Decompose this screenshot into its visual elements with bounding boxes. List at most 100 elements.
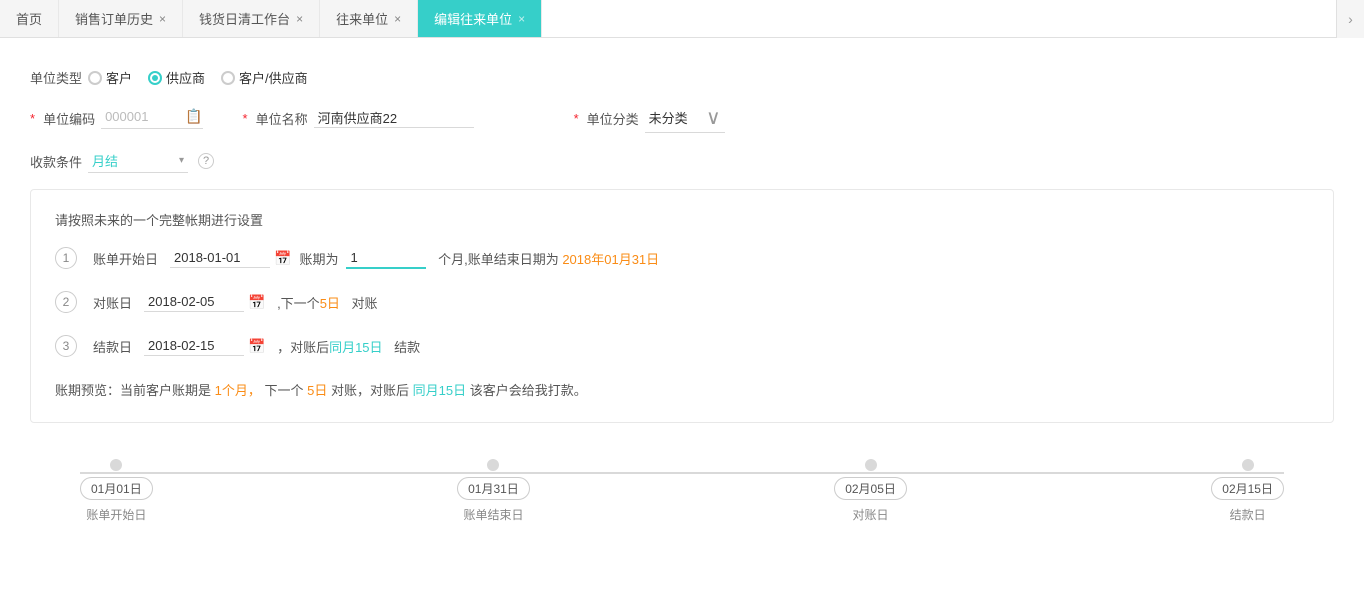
timeline-circle-3 (865, 459, 877, 471)
step-3-highlight: 同月15日 (329, 337, 382, 356)
radio-customer[interactable]: 客户 (88, 68, 132, 87)
unit-name-input[interactable] (314, 108, 474, 128)
preview-highlight3: 同月15日 (413, 383, 466, 398)
tab-partner[interactable]: 往来单位 × (320, 0, 418, 37)
timeline-spacer-3 (907, 464, 1211, 466)
tab-cash-desk-label: 钱货日清工作台 (199, 9, 290, 28)
timeline-point-2: 01月31日 账单结束日 (457, 459, 530, 523)
timeline: 01月01日 账单开始日 01月31日 账单结束日 02月05日 (50, 439, 1314, 533)
timeline-label-3: 对账日 (853, 506, 889, 523)
step-number-2: 2 (55, 291, 77, 313)
step-row-1: 1 账单开始日 📅 账期为 个月,账单结束日期为 2018年01月31日 (55, 247, 1309, 269)
main-content: 单位类型 客户 供应商 客户/供应商 * 单位编码 (0, 38, 1364, 608)
tab-partner-close[interactable]: × (394, 12, 401, 26)
card-title: 请按照未来的一个完整帐期进行设置 (55, 210, 1309, 229)
timeline-badge-1: 01月01日 (80, 477, 153, 500)
chevron-right-icon: › (1348, 11, 1353, 27)
timeline-spacer-1 (153, 464, 457, 466)
unit-code-group: * 单位编码 📋 (30, 107, 203, 129)
step-number-1: 1 (55, 247, 77, 269)
radio-customer-circle (88, 71, 102, 85)
tab-cash-desk[interactable]: 钱货日清工作台 × (183, 0, 320, 37)
step-1-date-input[interactable] (170, 248, 270, 268)
radio-supplier-circle (148, 71, 162, 85)
period-input[interactable] (346, 248, 426, 269)
unit-code-star: * (30, 111, 35, 126)
timeline-circle-2 (487, 459, 499, 471)
step-3-calendar-icon[interactable]: 📅 (248, 338, 265, 355)
unit-name-label: 单位名称 (256, 109, 308, 128)
tab-bar-more[interactable]: › (1336, 0, 1364, 38)
step-2-date-input[interactable] (144, 292, 244, 312)
timeline-point-1: 01月01日 账单开始日 (80, 459, 153, 523)
radio-customer-supplier[interactable]: 客户/供应商 (221, 68, 308, 87)
copy-icon[interactable]: 📋 (185, 108, 202, 125)
payment-terms-row: 收款条件 月结 ▾ ? (30, 149, 1334, 173)
tab-edit-partner-label: 编辑往来单位 (434, 9, 512, 28)
radio-supplier[interactable]: 供应商 (148, 68, 205, 87)
step-number-3: 3 (55, 335, 77, 357)
timeline-circle-4 (1242, 459, 1254, 471)
unit-name-group: * 单位名称 (243, 108, 474, 128)
timeline-badge-2: 01月31日 (457, 477, 530, 500)
unit-category-value: 未分类 (649, 108, 688, 127)
step-1-label: 账单开始日 (93, 249, 158, 268)
help-icon[interactable]: ? (198, 153, 214, 169)
step-1-end-date: 2018年01月31日 (562, 249, 659, 268)
preview-highlight1: 1个月， (215, 383, 261, 398)
tab-partner-label: 往来单位 (336, 9, 388, 28)
category-chevron-down-icon: ∨ (706, 105, 721, 130)
preview-middle1: 下一个 (265, 383, 304, 398)
step-2-calendar-icon[interactable]: 📅 (248, 294, 265, 311)
unit-type-label: 单位类型 (30, 68, 82, 87)
tab-edit-partner[interactable]: 编辑往来单位 × (418, 0, 542, 37)
unit-type-group: 单位类型 客户 供应商 客户/供应商 (30, 68, 308, 87)
timeline-spacer-2 (530, 464, 834, 466)
tab-sales-history[interactable]: 销售订单历史 × (59, 0, 183, 37)
unit-code-input-wrapper: 📋 (101, 107, 202, 129)
timeline-label-2: 账单结束日 (463, 506, 523, 523)
step-row-3: 3 结款日 📅 ，对账后 同月15日 结款 (55, 335, 1309, 357)
tab-edit-partner-close[interactable]: × (518, 12, 525, 26)
card-section: 请按照未来的一个完整帐期进行设置 1 账单开始日 📅 账期为 个月,账单结束日期… (30, 189, 1334, 423)
step-3-date-input[interactable] (144, 336, 244, 356)
timeline-badge-3: 02月05日 (834, 477, 907, 500)
payment-terms-value: 月结 (92, 151, 118, 170)
step-3-desc-suffix: 结款 (391, 337, 421, 356)
payment-terms-group: 收款条件 月结 ▾ ? (30, 149, 214, 173)
timeline-badge-4: 02月15日 (1211, 477, 1284, 500)
step-2-desc-prefix: ,下一个 (273, 293, 319, 312)
timeline-label-4: 结款日 (1230, 506, 1266, 523)
payment-terms-select[interactable]: 月结 ▾ (88, 149, 188, 173)
step-1-suffix: 个月,账单结束日期为 (434, 249, 562, 268)
radio-customer-label: 客户 (106, 68, 132, 87)
tab-cash-desk-close[interactable]: × (296, 12, 303, 26)
step-2-highlight: 5日 (320, 293, 340, 312)
preview-prefix: 账期预览：当前客户账期是 (55, 383, 211, 398)
unit-name-star: * (243, 111, 248, 126)
step-3-desc-prefix: ，对账后 (273, 337, 329, 356)
tab-sales-history-label: 销售订单历史 (75, 9, 153, 28)
tab-sales-history-close[interactable]: × (159, 12, 166, 26)
step-1-middle-text: 账期为 (299, 249, 338, 268)
timeline-circle-1 (110, 459, 122, 471)
step-1-calendar-icon[interactable]: 📅 (274, 250, 291, 267)
tab-home[interactable]: 首页 (0, 0, 59, 37)
unit-category-label: 单位分类 (587, 109, 639, 128)
payment-terms-label: 收款条件 (30, 152, 82, 171)
step-3-label: 结款日 (93, 337, 132, 356)
timeline-label-1: 账单开始日 (86, 506, 146, 523)
unit-type-row: 单位类型 客户 供应商 客户/供应商 (30, 68, 1334, 87)
radio-customer-supplier-circle (221, 71, 235, 85)
step-2-label: 对账日 (93, 293, 132, 312)
step-row-2: 2 对账日 📅 ,下一个 5日 对账 (55, 291, 1309, 313)
radio-customer-supplier-label: 客户/供应商 (239, 68, 308, 87)
step-2-desc-suffix: 对账 (348, 293, 378, 312)
timeline-wrapper: 01月01日 账单开始日 01月31日 账单结束日 02月05日 (30, 439, 1334, 533)
payment-terms-chevron-icon: ▾ (179, 155, 184, 166)
unit-category-select[interactable]: 未分类 ∨ (645, 103, 725, 133)
timeline-point-4: 02月15日 结款日 (1211, 459, 1284, 523)
radio-supplier-label: 供应商 (166, 68, 205, 87)
radio-group-unit-type: 客户 供应商 客户/供应商 (88, 68, 308, 87)
unit-code-input[interactable] (101, 107, 181, 126)
